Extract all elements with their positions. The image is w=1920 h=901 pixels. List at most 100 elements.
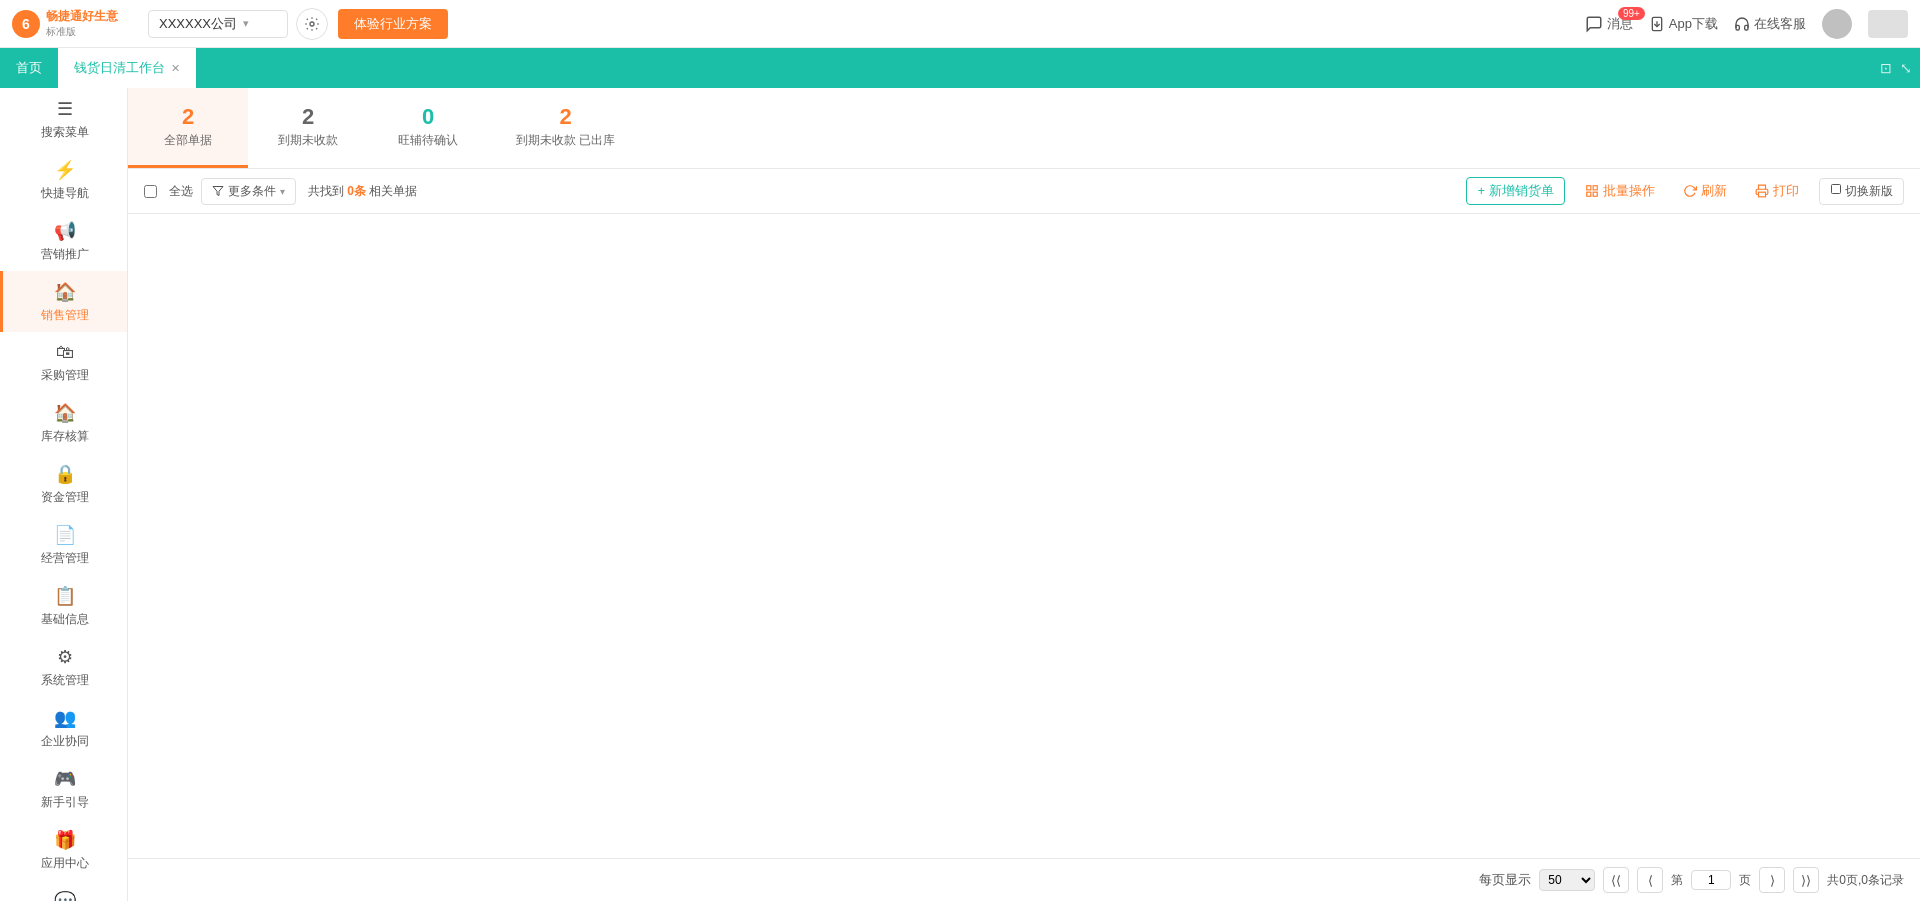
top-bar: 6 畅捷通好生意 标准版 XXXXXX公司 ▾ 体验行业方案 消息 99+ Ap… (0, 0, 1920, 48)
sidebar-item-enterprise[interactable]: 👥 企业协同 (0, 697, 127, 758)
page-of-label: 页 (1739, 872, 1751, 889)
batch-op-button[interactable]: 批量操作 (1577, 178, 1663, 204)
prev-page-button[interactable]: ⟨ (1637, 867, 1663, 893)
purchase-icon: 🛍 (56, 342, 74, 363)
select-all-checkbox[interactable] (144, 185, 157, 198)
window-restore-icon[interactable]: ⊡ (1880, 60, 1892, 76)
settings-icon-button[interactable] (296, 8, 328, 40)
found-count: 0条 (347, 184, 366, 198)
next-page-button[interactable]: ⟩ (1759, 867, 1785, 893)
svg-rect-4 (1586, 186, 1590, 190)
headset-icon (1734, 16, 1750, 32)
filter-button[interactable]: 更多条件 ▾ (201, 178, 296, 205)
first-page-button[interactable]: ⟨⟨ (1603, 867, 1629, 893)
sidebar-item-marketing[interactable]: 📢 营销推广 (0, 210, 127, 271)
finance-icon: 🔒 (54, 463, 76, 485)
total-text: 共0页,0条记录 (1827, 872, 1904, 889)
logo-area: 6 畅捷通好生意 标准版 (12, 8, 140, 39)
trial-button[interactable]: 体验行业方案 (338, 9, 448, 39)
page-label: 第 (1671, 872, 1683, 889)
avatar[interactable] (1822, 9, 1852, 39)
gear-icon (304, 16, 320, 32)
print-icon (1755, 184, 1769, 198)
inventory-icon: 🏠 (54, 402, 76, 424)
batch-icon (1585, 184, 1599, 198)
filter-icon (212, 185, 224, 197)
top-bar-right: 消息 99+ App下载 在线客服 (1585, 9, 1908, 39)
page-number-input[interactable] (1691, 870, 1731, 890)
sidebar: ☰ 搜索菜单 ⚡ 快捷导航 📢 营销推广 🏠 销售管理 🛍 采购管理 🏠 库存核… (0, 88, 128, 901)
operations-icon: 📄 (54, 524, 76, 546)
stat-number-pending: 0 (422, 104, 434, 130)
sidebar-item-operations[interactable]: 📄 经营管理 (0, 514, 127, 575)
sidebar-item-appstore[interactable]: 🎁 应用中心 (0, 819, 127, 880)
tab-close-icon[interactable]: ✕ (171, 62, 180, 75)
sidebar-item-quicknav[interactable]: ⚡ 快捷导航 (0, 149, 127, 210)
basic-info-icon: 📋 (54, 585, 76, 607)
online-service-label: 在线客服 (1754, 15, 1806, 33)
filter-label: 更多条件 (228, 183, 276, 200)
sidebar-item-sales[interactable]: 🏠 销售管理 (0, 271, 127, 332)
weixin-icon: 💬 (54, 890, 76, 901)
per-page-select[interactable]: 10 20 50 100 (1539, 869, 1595, 891)
stat-card-overdue[interactable]: 2 到期未收款 (248, 88, 368, 168)
stat-number-shipped: 2 (560, 104, 572, 130)
sidebar-item-inventory[interactable]: 🏠 库存核算 (0, 392, 127, 453)
app-download-button[interactable]: App下载 (1649, 15, 1718, 33)
marketing-icon: 📢 (54, 220, 76, 242)
message-button[interactable]: 消息 99+ (1585, 15, 1633, 33)
stat-number-all: 2 (182, 104, 194, 130)
main-content: 2 全部单据 2 到期未收款 0 旺辅待确认 2 到期未收款 已出库 全选 (128, 88, 1920, 901)
stat-number-overdue: 2 (302, 104, 314, 130)
message-icon (1585, 15, 1603, 33)
chevron-down-icon: ▾ (243, 17, 249, 30)
quicknav-icon: ⚡ (54, 159, 76, 181)
guide-icon: 🎮 (54, 768, 76, 790)
sidebar-item-search[interactable]: ☰ 搜索菜单 (0, 88, 127, 149)
stat-label-all: 全部单据 (164, 132, 212, 149)
tab-home[interactable]: 首页 (0, 48, 58, 88)
svg-point-0 (310, 22, 314, 26)
svg-rect-8 (1758, 192, 1765, 197)
select-all-label: 全选 (169, 183, 193, 200)
window-expand-icon[interactable]: ⤡ (1900, 60, 1912, 76)
refresh-button[interactable]: 刷新 (1675, 178, 1735, 204)
logo-badge: 标准版 (46, 25, 118, 39)
stat-label-overdue: 到期未收款 (278, 132, 338, 149)
sidebar-item-system[interactable]: ⚙ 系统管理 (0, 636, 127, 697)
refresh-icon (1683, 184, 1697, 198)
stat-card-pending[interactable]: 0 旺辅待确认 (368, 88, 488, 168)
pagination-bar: 每页显示 10 20 50 100 ⟨⟨ ⟨ 第 页 ⟩ ⟩⟩ 共0页,0条记录 (128, 858, 1920, 901)
avatar-image (1822, 9, 1852, 39)
logo-title: 畅捷通好生意 (46, 8, 118, 25)
found-text: 共找到 0条 相关单据 (308, 183, 417, 200)
print-button[interactable]: 打印 (1747, 178, 1807, 204)
switch-icon (1830, 183, 1842, 195)
stats-row: 2 全部单据 2 到期未收款 0 旺辅待确认 2 到期未收款 已出库 (128, 88, 1920, 169)
nav-tab-actions: ⊡ ⤡ (1880, 60, 1920, 76)
sidebar-item-weixin[interactable]: 💬 企业微信 (0, 880, 127, 901)
company-selector[interactable]: XXXXXX公司 ▾ (148, 10, 288, 38)
svg-rect-5 (1593, 186, 1597, 190)
sidebar-item-guide[interactable]: 🎮 新手引导 (0, 758, 127, 819)
svg-rect-7 (1586, 192, 1590, 196)
stat-label-shipped: 到期未收款 已出库 (516, 132, 615, 149)
sidebar-item-purchase[interactable]: 🛍 采购管理 (0, 332, 127, 392)
stat-card-shipped[interactable]: 2 到期未收款 已出库 (488, 88, 643, 168)
sidebar-item-basic-info[interactable]: 📋 基础信息 (0, 575, 127, 636)
add-sale-button[interactable]: + 新增销货单 (1466, 177, 1564, 205)
logo-text-block: 畅捷通好生意 标准版 (46, 8, 118, 39)
filter-chevron-icon: ▾ (280, 186, 285, 197)
user-name-area (1868, 10, 1908, 38)
svg-rect-9 (1831, 184, 1840, 193)
stat-card-all[interactable]: 2 全部单据 (128, 88, 248, 168)
stat-label-pending: 旺辅待确认 (398, 132, 458, 149)
switch-version-button[interactable]: 切换新版 (1819, 178, 1904, 205)
app-download-label: App下载 (1669, 15, 1718, 33)
online-service-button[interactable]: 在线客服 (1734, 15, 1806, 33)
tab-qianhuoriciqing[interactable]: 钱货日清工作台 ✕ (58, 48, 196, 88)
sidebar-item-finance[interactable]: 🔒 资金管理 (0, 453, 127, 514)
last-page-button[interactable]: ⟩⟩ (1793, 867, 1819, 893)
search-menu-icon: ☰ (57, 98, 73, 120)
svg-rect-6 (1593, 192, 1597, 196)
